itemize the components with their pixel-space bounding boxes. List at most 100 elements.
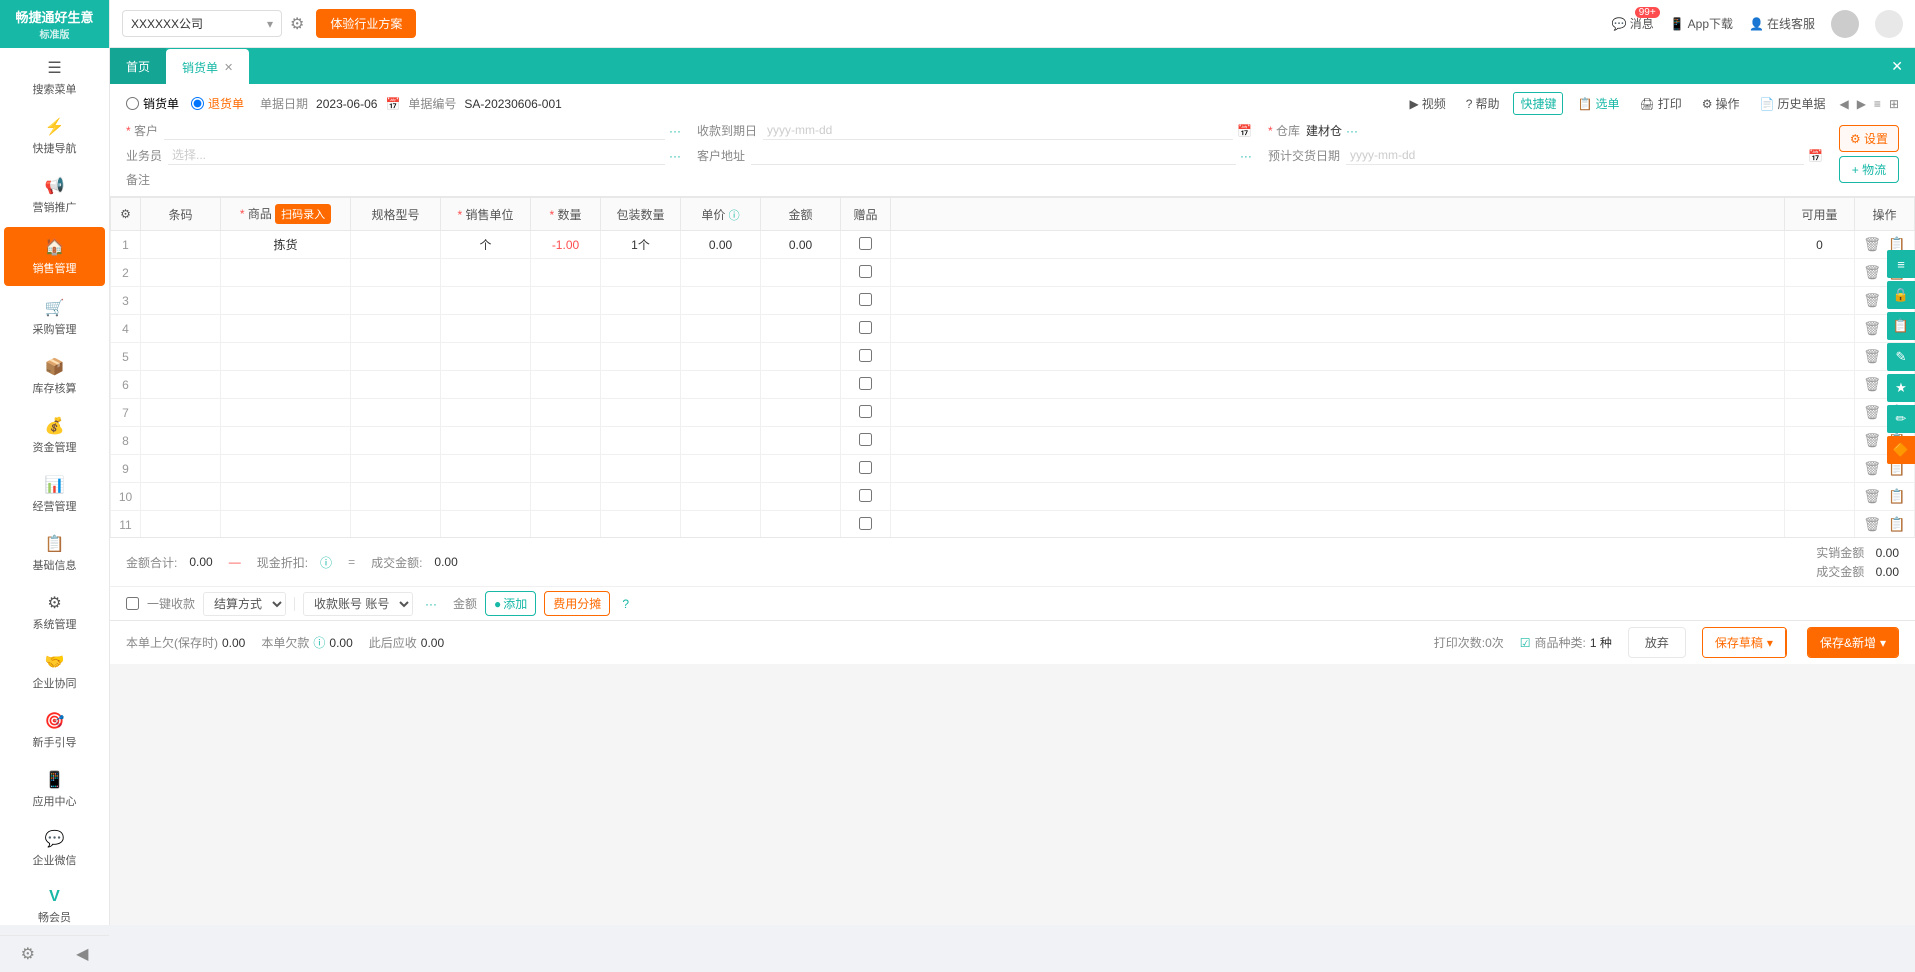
row-barcode[interactable]	[141, 511, 221, 538]
row-spec[interactable]	[351, 371, 441, 399]
sidebar-item-basics[interactable]: 📋 基础信息	[0, 524, 109, 583]
row-price[interactable]	[681, 315, 761, 343]
row-price[interactable]: 0.00	[681, 231, 761, 259]
row-pack-qty[interactable]	[601, 315, 681, 343]
row-remark[interactable]	[891, 511, 1785, 538]
row-amount[interactable]	[761, 287, 841, 315]
logistics-button[interactable]: + 物流	[1839, 156, 1899, 183]
delete-row-button[interactable]: 🗑	[1863, 516, 1881, 532]
row-remark[interactable]	[891, 231, 1785, 259]
radio-sales-order[interactable]: 销货单	[126, 95, 179, 112]
message-button[interactable]: 💬 消息 99+	[1612, 15, 1654, 32]
sidebar-item-marketing[interactable]: 📢 营销推广	[0, 166, 109, 225]
company-selector[interactable]: XXXXXX公司 ▾	[122, 10, 282, 37]
row-gift[interactable]	[841, 427, 891, 455]
row-price[interactable]	[681, 455, 761, 483]
row-amount[interactable]	[761, 371, 841, 399]
row-unit[interactable]	[441, 455, 531, 483]
row-amount[interactable]	[761, 399, 841, 427]
row-unit[interactable]	[441, 511, 531, 538]
row-remark[interactable]	[891, 399, 1785, 427]
row-spec[interactable]	[351, 343, 441, 371]
toolbar-select-btn[interactable]: 📋 选单	[1571, 92, 1625, 115]
row-pack-qty[interactable]	[601, 427, 681, 455]
app-download-button[interactable]: 📱 App下载	[1670, 15, 1733, 32]
row-price[interactable]	[681, 399, 761, 427]
save-draft-button[interactable]: 保存草稿 ▾	[1703, 628, 1786, 657]
row-spec[interactable]	[351, 427, 441, 455]
float-note-btn[interactable]: 📋	[1887, 312, 1915, 340]
row-pack-qty[interactable]: 1个	[601, 231, 681, 259]
row-product[interactable]	[221, 483, 351, 511]
settlement-method-select[interactable]: 结算方式	[203, 592, 286, 616]
delete-row-button[interactable]: 🗑	[1863, 432, 1881, 448]
cash-discount-info-icon[interactable]: ⓘ	[320, 554, 332, 571]
customer-address-input[interactable]	[751, 146, 1236, 165]
row-unit[interactable]	[441, 371, 531, 399]
row-barcode[interactable]	[141, 427, 221, 455]
row-remark[interactable]	[891, 259, 1785, 287]
add-payment-button[interactable]: ● 添加	[485, 591, 536, 616]
row-gift[interactable]	[841, 343, 891, 371]
row-spec[interactable]	[351, 483, 441, 511]
row-price[interactable]	[681, 259, 761, 287]
warehouse-more-icon[interactable]: ···	[1346, 124, 1358, 138]
row-pack-qty[interactable]	[601, 259, 681, 287]
save-new-button[interactable]: 保存&新增 ▾	[1808, 628, 1898, 657]
row-gift[interactable]	[841, 511, 891, 538]
row-pack-qty[interactable]	[601, 511, 681, 538]
salesperson-input[interactable]	[168, 146, 665, 165]
address-more-icon[interactable]: ···	[1240, 149, 1252, 163]
settings-button[interactable]: ⚙ 设置	[1839, 125, 1899, 152]
row-qty[interactable]	[531, 427, 601, 455]
account-more-icon[interactable]: ···	[425, 597, 437, 611]
row-amount[interactable]: 0.00	[761, 231, 841, 259]
row-gift[interactable]	[841, 399, 891, 427]
view-list-icon[interactable]: ≡	[1874, 97, 1881, 111]
sidebar-item-search[interactable]: ☰ 搜索菜单	[0, 48, 109, 107]
toolbar-history-btn[interactable]: 📄 历史单据	[1753, 92, 1831, 115]
row-unit[interactable]	[441, 287, 531, 315]
row-amount[interactable]	[761, 315, 841, 343]
row-product[interactable]	[221, 259, 351, 287]
customer-input[interactable]	[164, 121, 665, 140]
delete-row-button[interactable]: 🗑	[1863, 488, 1881, 504]
online-service-button[interactable]: 👤 在线客服	[1749, 15, 1815, 32]
row-product[interactable]	[221, 455, 351, 483]
row-amount[interactable]	[761, 259, 841, 287]
row-barcode[interactable]	[141, 259, 221, 287]
sidebar-item-member[interactable]: V 畅会员	[0, 878, 109, 935]
tab-close-icon[interactable]: ✕	[224, 61, 233, 74]
toolbar-operate-btn[interactable]: ⚙ 操作	[1696, 92, 1746, 115]
row-remark[interactable]	[891, 343, 1785, 371]
row-unit[interactable]	[441, 315, 531, 343]
row-qty[interactable]	[531, 399, 601, 427]
row-pack-qty[interactable]	[601, 455, 681, 483]
row-barcode[interactable]	[141, 343, 221, 371]
salesperson-more-icon[interactable]: ···	[669, 149, 681, 163]
collapse-icon[interactable]: ◀	[76, 944, 88, 964]
checkbox-product-icon[interactable]: ☑	[1520, 636, 1531, 650]
row-barcode[interactable]	[141, 287, 221, 315]
row-amount[interactable]	[761, 427, 841, 455]
row-spec[interactable]	[351, 399, 441, 427]
sidebar-item-operations[interactable]: 📊 经营管理	[0, 465, 109, 524]
row-price[interactable]	[681, 427, 761, 455]
sidebar-item-guide[interactable]: 🎯 新手引导	[0, 701, 109, 760]
row-spec[interactable]	[351, 259, 441, 287]
sidebar-item-quick-nav[interactable]: ⚡ 快捷导航	[0, 107, 109, 166]
avatar[interactable]	[1831, 10, 1859, 38]
row-product[interactable]	[221, 343, 351, 371]
sidebar-item-wechat[interactable]: 💬 企业微信	[0, 819, 109, 878]
row-gift[interactable]	[841, 371, 891, 399]
row-product[interactable]	[221, 315, 351, 343]
float-star-btn[interactable]: ★	[1887, 374, 1915, 402]
row-qty[interactable]	[531, 287, 601, 315]
nav-prev-icon[interactable]: ◀	[1839, 97, 1848, 111]
row-gift[interactable]	[841, 483, 891, 511]
row-amount[interactable]	[761, 343, 841, 371]
row-unit[interactable]	[441, 427, 531, 455]
sidebar-item-system[interactable]: ⚙ 系统管理	[0, 583, 109, 642]
row-spec[interactable]	[351, 287, 441, 315]
float-orange-btn[interactable]: 🔶	[1887, 436, 1915, 464]
